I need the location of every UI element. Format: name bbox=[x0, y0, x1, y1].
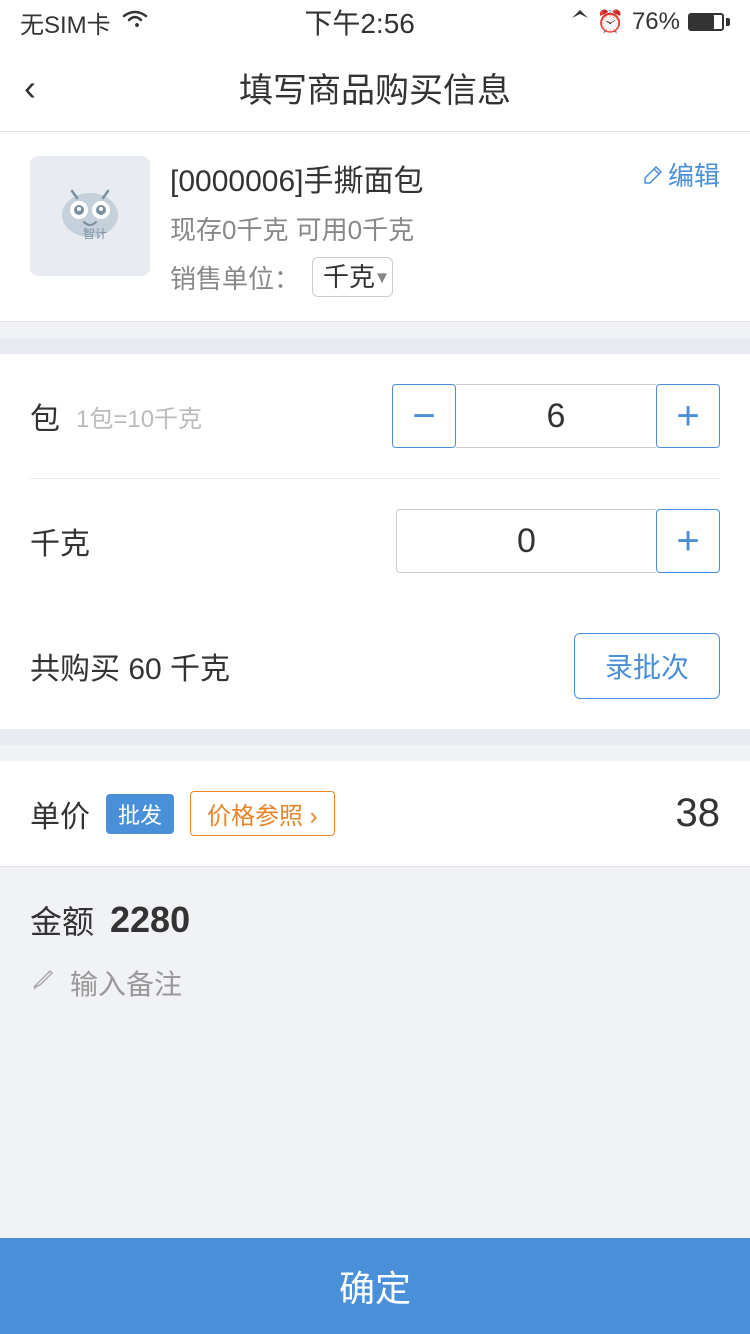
price-value: 38 bbox=[676, 791, 721, 836]
product-card: 智计 [0000006]手撕面包 编辑 现存0千克 可用0千克 销售单位： bbox=[0, 132, 750, 322]
product-logo-icon: 智计 bbox=[55, 180, 125, 252]
amount-value: 2280 bbox=[110, 899, 190, 941]
kg-label: 千克 bbox=[30, 519, 90, 563]
location-icon bbox=[571, 8, 589, 36]
total-text: 共购买 60 千克 bbox=[30, 644, 230, 688]
price-ref-button[interactable]: 价格参照 › bbox=[190, 791, 335, 836]
kg-row: 千克 + bbox=[30, 479, 720, 603]
product-info: [0000006]手撕面包 编辑 现存0千克 可用0千克 销售单位： 千克 bbox=[170, 156, 720, 297]
status-bar: 无SIM卡 下午2:56 ⏰ 76% bbox=[0, 0, 750, 44]
package-qty-input[interactable] bbox=[456, 384, 656, 448]
kg-plus-button[interactable]: + bbox=[656, 509, 720, 573]
separator-2 bbox=[0, 729, 750, 745]
svg-text:智计: 智计 bbox=[83, 226, 107, 240]
package-label: 包 1包=10千克 bbox=[30, 394, 202, 438]
product-name: [0000006]手撕面包 bbox=[170, 156, 642, 200]
package-qty-controls: − + bbox=[392, 384, 720, 448]
note-row[interactable]: 输入备注 bbox=[30, 963, 720, 1003]
package-minus-button[interactable]: − bbox=[392, 384, 456, 448]
product-stock: 现存0千克 可用0千克 bbox=[170, 210, 720, 247]
batch-button[interactable]: 录批次 bbox=[574, 633, 720, 699]
amount-label: 金额 bbox=[30, 897, 94, 943]
product-image: 智计 bbox=[30, 156, 150, 276]
unit-select-wrap[interactable]: 千克 bbox=[312, 257, 393, 297]
back-button[interactable]: ‹ bbox=[24, 67, 36, 109]
package-label-text: 包 bbox=[30, 394, 60, 438]
kg-qty-input[interactable] bbox=[396, 509, 656, 573]
battery-icon bbox=[688, 13, 730, 31]
carrier-label: 无SIM卡 bbox=[20, 5, 111, 40]
unit-label: 销售单位： bbox=[170, 259, 300, 296]
amount-section: 金额 2280 输入备注 bbox=[0, 866, 750, 1033]
package-row: 包 1包=10千克 − + bbox=[30, 354, 720, 479]
alarm-icon: ⏰ bbox=[597, 9, 624, 35]
status-left: 无SIM卡 bbox=[20, 5, 149, 40]
kg-label-text: 千克 bbox=[30, 519, 90, 563]
price-tag: 批发 bbox=[106, 794, 174, 834]
unit-select[interactable]: 千克 bbox=[312, 257, 393, 297]
nav-bar: ‹ 填写商品购买信息 bbox=[0, 44, 750, 132]
input-section: 包 1包=10千克 − + 千克 + bbox=[0, 354, 750, 603]
battery-percent: 76% bbox=[632, 8, 680, 36]
note-label: 输入备注 bbox=[70, 963, 182, 1003]
price-label: 单价 bbox=[30, 792, 90, 836]
edit-label: 编辑 bbox=[668, 156, 720, 193]
amount-row: 金额 2280 bbox=[30, 897, 720, 943]
package-plus-button[interactable]: + bbox=[656, 384, 720, 448]
price-left: 单价 批发 价格参照 › bbox=[30, 791, 335, 836]
confirm-button[interactable]: 确定 bbox=[0, 1238, 750, 1334]
status-right: ⏰ 76% bbox=[571, 8, 730, 36]
pencil-icon bbox=[30, 965, 58, 1001]
status-time: 下午2:56 bbox=[304, 2, 415, 42]
total-section: 共购买 60 千克 录批次 bbox=[0, 603, 750, 729]
product-unit-row: 销售单位： 千克 bbox=[170, 257, 720, 297]
page-title: 填写商品购买信息 bbox=[239, 63, 511, 112]
separator-1 bbox=[0, 338, 750, 354]
package-hint: 1包=10千克 bbox=[76, 399, 202, 434]
kg-qty-controls: + bbox=[396, 509, 720, 573]
wifi-icon bbox=[121, 8, 149, 36]
price-section: 单价 批发 价格参照 › 38 bbox=[0, 761, 750, 866]
edit-button[interactable]: 编辑 bbox=[642, 156, 720, 193]
